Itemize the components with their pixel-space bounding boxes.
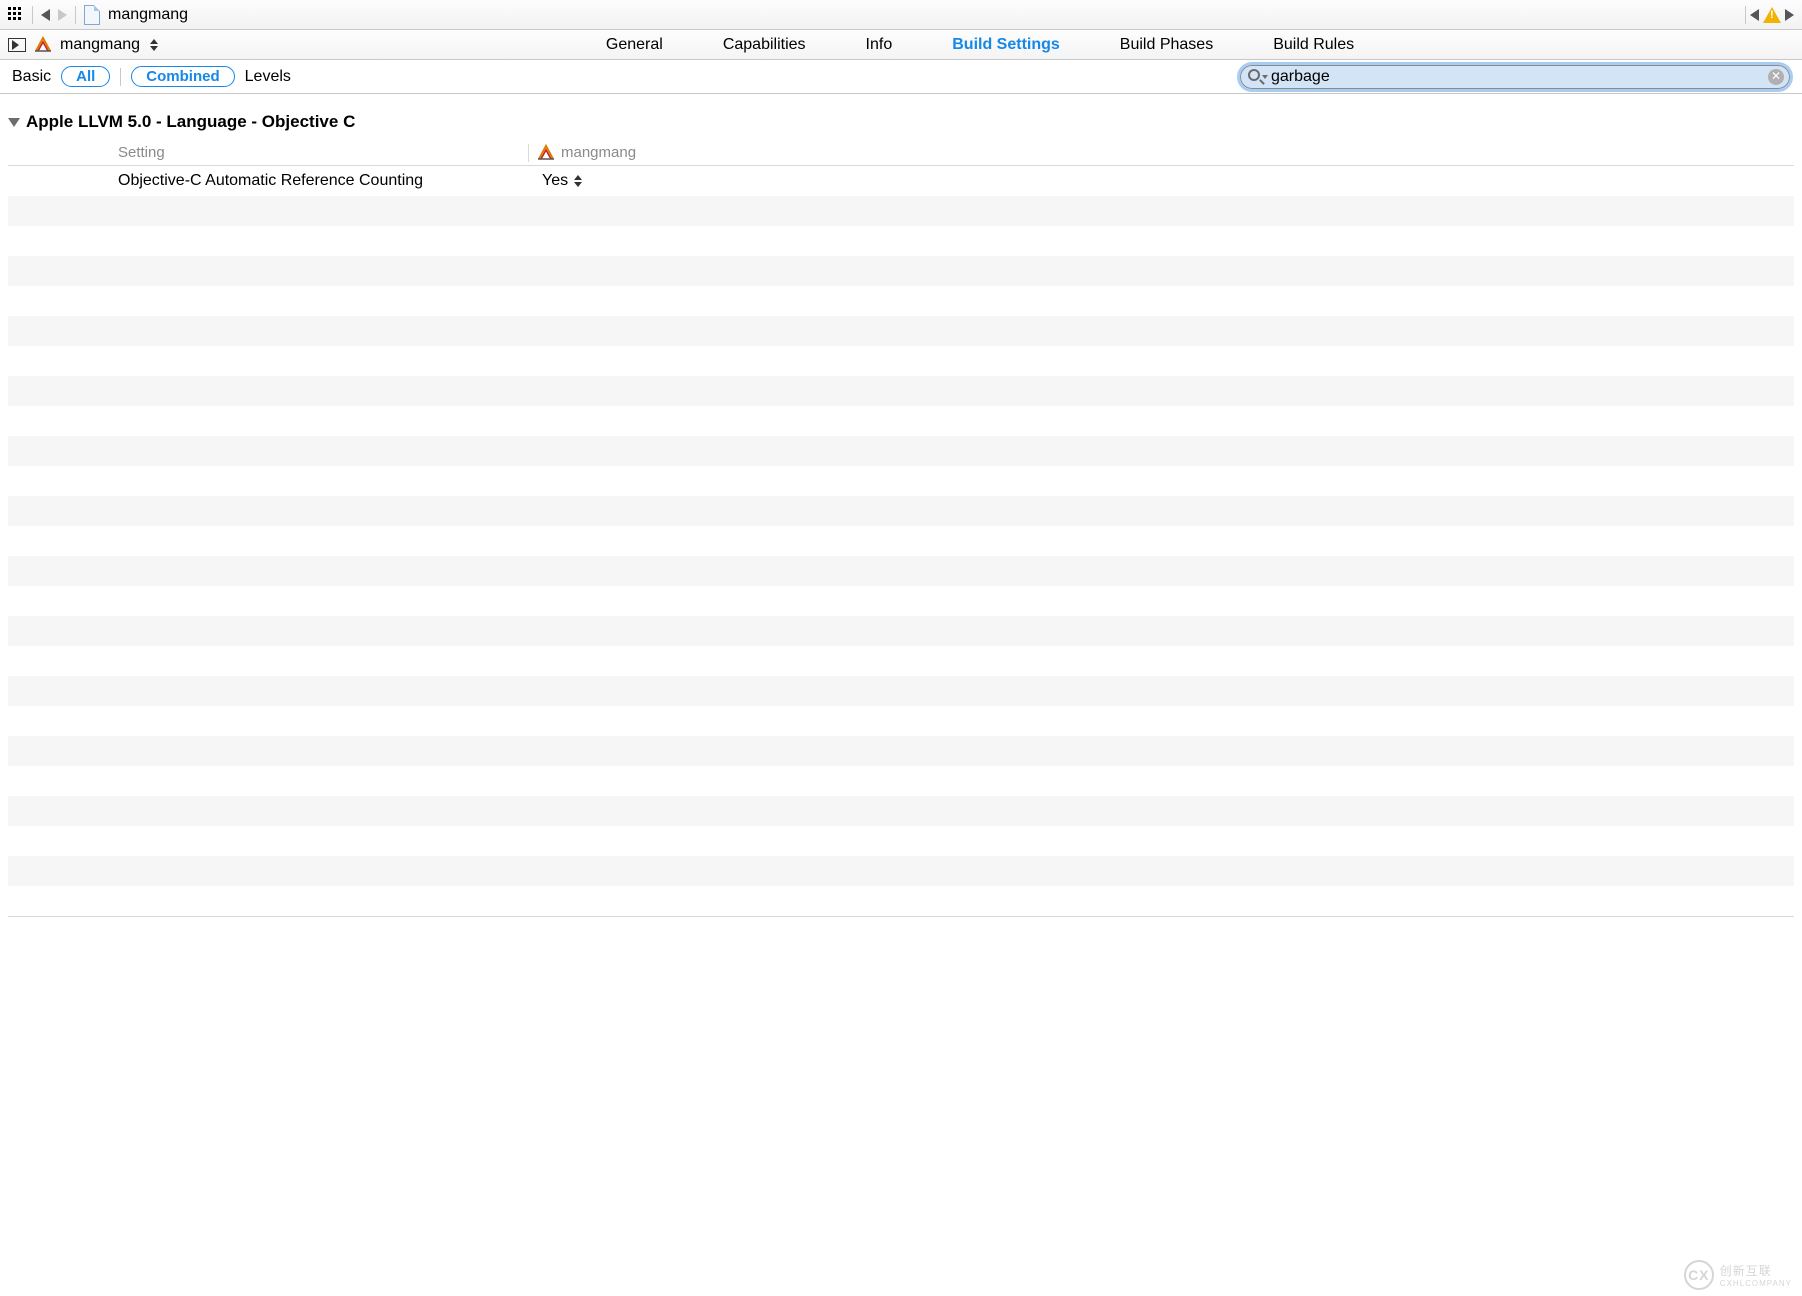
run-target-icon[interactable]: [8, 38, 26, 52]
related-items-icon[interactable]: [8, 7, 24, 23]
empty-row: [8, 676, 1794, 706]
watermark: CX 创新互联 CXHLCOMPANY: [1684, 1260, 1792, 1290]
project-file-icon: [84, 5, 100, 25]
search-menu-chevron-icon[interactable]: [1262, 75, 1268, 79]
tab-general[interactable]: General: [606, 36, 663, 54]
target-picker-icon[interactable]: [150, 39, 158, 51]
filter-bar: Basic All Combined Levels ✕: [0, 60, 1802, 94]
settings-rows: Objective-C Automatic Reference Counting…: [8, 166, 1794, 917]
target-name[interactable]: mangmang: [60, 36, 140, 54]
issues-next-icon[interactable]: [1785, 9, 1794, 21]
empty-row: [8, 526, 1794, 556]
tab-build-settings[interactable]: Build Settings: [952, 36, 1060, 54]
empty-row: [8, 586, 1794, 616]
empty-row: [8, 196, 1794, 226]
breadcrumb-title[interactable]: mangmang: [108, 6, 188, 24]
tab-build-rules[interactable]: Build Rules: [1273, 36, 1354, 54]
separator: [75, 6, 76, 24]
empty-row: [8, 256, 1794, 286]
empty-row: [8, 886, 1794, 916]
warning-icon[interactable]: [1763, 7, 1781, 23]
setting-value[interactable]: Yes: [528, 172, 582, 190]
empty-row: [8, 346, 1794, 376]
separator: [1745, 6, 1746, 24]
empty-row: [8, 736, 1794, 766]
column-setting-label: Setting: [8, 144, 528, 161]
filter-all[interactable]: All: [61, 66, 110, 87]
search-icon: [1248, 69, 1260, 81]
separator: [120, 68, 121, 86]
breadcrumb-bar: mangmang: [0, 0, 1802, 30]
setting-row[interactable]: Objective-C Automatic Reference Counting…: [8, 166, 1794, 196]
tabs-bar: mangmang General Capabilities Info Build…: [0, 30, 1802, 60]
empty-row: [8, 226, 1794, 256]
empty-row: [8, 856, 1794, 886]
nav-back-icon[interactable]: [41, 9, 50, 21]
empty-row: [8, 406, 1794, 436]
watermark-brand: 创新互联: [1720, 1262, 1792, 1279]
tab-capabilities[interactable]: Capabilities: [723, 36, 806, 54]
empty-row: [8, 706, 1794, 736]
section-header[interactable]: Apple LLVM 5.0 - Language - Objective C: [8, 112, 1794, 132]
empty-row: [8, 376, 1794, 406]
column-target[interactable]: mangmang: [528, 144, 1794, 162]
columns-header: Setting mangmang: [8, 140, 1794, 166]
empty-row: [8, 826, 1794, 856]
nav-forward-icon[interactable]: [58, 9, 67, 21]
empty-row: [8, 496, 1794, 526]
empty-row: [8, 766, 1794, 796]
empty-row: [8, 646, 1794, 676]
empty-row: [8, 436, 1794, 466]
build-settings-content: Apple LLVM 5.0 - Language - Objective C …: [0, 94, 1802, 917]
filter-combined[interactable]: Combined: [131, 66, 234, 87]
search-input[interactable]: [1240, 65, 1790, 89]
empty-row: [8, 616, 1794, 646]
tab-build-phases[interactable]: Build Phases: [1120, 36, 1213, 54]
empty-row: [8, 286, 1794, 316]
watermark-logo-icon: CX: [1684, 1260, 1714, 1290]
clear-search-icon[interactable]: ✕: [1768, 69, 1784, 85]
separator: [32, 6, 33, 24]
issues-prev-icon[interactable]: [1750, 9, 1759, 21]
column-target-label: mangmang: [561, 144, 636, 161]
editor-tabs: General Capabilities Info Build Settings…: [166, 36, 1794, 54]
search-container: ✕: [1240, 65, 1790, 89]
empty-row: [8, 796, 1794, 826]
empty-row: [8, 466, 1794, 496]
watermark-sub: CXHLCOMPANY: [1720, 1279, 1792, 1288]
filter-levels[interactable]: Levels: [245, 68, 291, 86]
app-target-icon: [34, 36, 52, 54]
filter-basic[interactable]: Basic: [12, 68, 51, 86]
value-stepper-icon[interactable]: [574, 175, 582, 187]
empty-row: [8, 316, 1794, 346]
empty-row: [8, 556, 1794, 586]
disclosure-triangle-icon[interactable]: [8, 118, 20, 127]
setting-name: Objective-C Automatic Reference Counting: [8, 172, 528, 190]
tab-info[interactable]: Info: [866, 36, 893, 54]
app-target-icon: [537, 144, 555, 162]
section-title: Apple LLVM 5.0 - Language - Objective C: [26, 112, 355, 132]
